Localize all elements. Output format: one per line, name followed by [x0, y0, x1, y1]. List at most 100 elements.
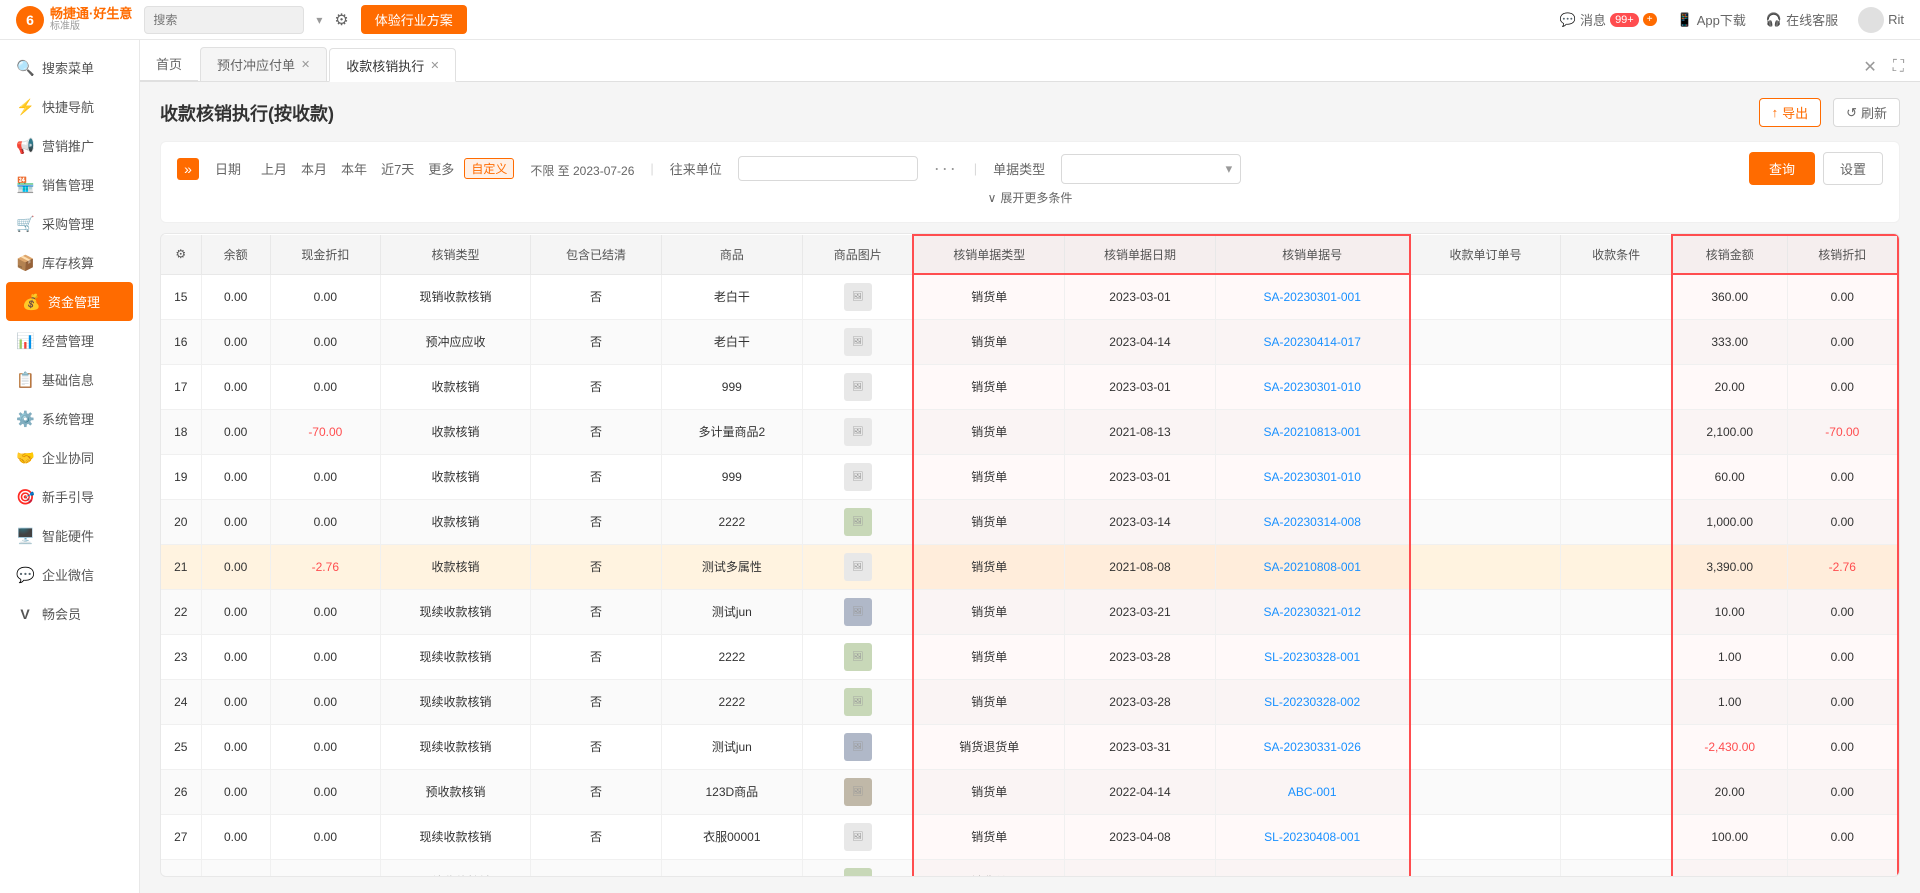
td-verify-discount: 0.00	[1787, 859, 1898, 877]
corp-icon: 🤝	[16, 449, 34, 467]
td-goods-img: 🖼	[803, 319, 914, 364]
user-info[interactable]: Rit	[1858, 7, 1904, 33]
td-cash-discount: 0.00	[270, 769, 380, 814]
counterpart-more-icon[interactable]: ···	[934, 158, 958, 179]
table-wrapper[interactable]: ⚙ 余额 现金折扣 核销类型 包含已结清 商品 商品图片 核销单据类型 核销单据…	[160, 233, 1900, 877]
td-id: 18	[161, 409, 201, 454]
expand-conditions-btn[interactable]: ∨ 展开更多条件	[988, 189, 1073, 206]
verify-no-link[interactable]: SL-20230328-002	[1264, 695, 1360, 709]
th-settings[interactable]: ⚙	[161, 235, 201, 274]
query-btn[interactable]: 查询	[1749, 152, 1815, 185]
filter-expand-btn[interactable]: »	[177, 158, 199, 180]
td-verify-no[interactable]: SA-20230331-026	[1215, 724, 1409, 769]
date-opt-lastmonth[interactable]: 上月	[257, 157, 291, 180]
date-opt-thismonth[interactable]: 本月	[297, 157, 331, 180]
td-verify-no[interactable]: SA-20210808-001	[1215, 544, 1409, 589]
date-opt-thisyear[interactable]: 本年	[337, 157, 371, 180]
app-download-btn[interactable]: 📱 App下载	[1677, 10, 1746, 29]
td-goods: 999	[661, 454, 803, 499]
verify-no-link[interactable]: SL-20230408-001	[1264, 830, 1360, 844]
gear-icon[interactable]: ⚙	[334, 10, 348, 30]
td-id: 23	[161, 634, 201, 679]
sidebar-item-basic[interactable]: 📋 基础信息	[0, 360, 139, 399]
td-verify-no[interactable]: SA-20230321-012	[1215, 589, 1409, 634]
td-receipt-order-no	[1410, 364, 1561, 409]
td-verify-no[interactable]: SA-20230301-001	[1215, 274, 1409, 319]
verify-no-link[interactable]: SA-20210813-001	[1263, 425, 1360, 439]
sidebar-item-search[interactable]: 🔍 搜索菜单	[0, 48, 139, 87]
verify-no-link[interactable]: ABC-001	[1288, 785, 1337, 799]
smarthw-icon: 🖥️	[16, 527, 34, 545]
sidebar-item-vip[interactable]: V 畅会员	[0, 594, 139, 633]
expand-chevron-icon: ∨	[988, 191, 997, 205]
sidebar-item-finance[interactable]: 💰 资金管理	[6, 282, 133, 321]
td-goods-img: 🖼	[803, 409, 914, 454]
td-cash-discount: 0.00	[270, 454, 380, 499]
close-window-icon[interactable]: ✕	[1859, 53, 1880, 81]
verify-no-link[interactable]: SA-20230414-017	[1263, 335, 1360, 349]
sidebar-item-inventory[interactable]: 📦 库存核算	[0, 243, 139, 282]
verify-no-link[interactable]: SA-20230301-010	[1263, 380, 1360, 394]
verify-no-link[interactable]: SA-20210808-001	[1263, 560, 1360, 574]
td-goods: 2222	[661, 859, 803, 877]
filter-settings-btn[interactable]: 设置	[1823, 152, 1883, 185]
verify-no-link[interactable]: SL-20230418-001	[1264, 874, 1360, 877]
tab-receipt-verify[interactable]: 收款核销执行 ✕	[329, 48, 456, 82]
maximize-icon[interactable]: ⛶	[1889, 54, 1908, 80]
verify-no-link[interactable]: SA-20230301-010	[1263, 470, 1360, 484]
counterpart-input[interactable]	[738, 156, 918, 181]
td-receipt-condition	[1561, 589, 1672, 634]
date-opt-7days[interactable]: 近7天	[377, 157, 418, 180]
td-verify-type: 现续收款核销	[380, 724, 531, 769]
date-opt-more[interactable]: 更多	[424, 157, 458, 180]
td-receipt-condition	[1561, 769, 1672, 814]
td-verify-date: 2023-04-18	[1065, 859, 1216, 877]
tab-home[interactable]: 首页	[140, 47, 198, 81]
td-verify-no[interactable]: SA-20230301-010	[1215, 364, 1409, 409]
sidebar-item-marketing[interactable]: 📢 营销推广	[0, 126, 139, 165]
th-verify-date: 核销单据日期	[1065, 235, 1216, 274]
sidebar-item-sales[interactable]: 🏪 销售管理	[0, 165, 139, 204]
td-verify-no[interactable]: SL-20230328-002	[1215, 679, 1409, 724]
verify-no-link[interactable]: SL-20230328-001	[1264, 650, 1360, 664]
sidebar-item-sys[interactable]: ⚙️ 系统管理	[0, 399, 139, 438]
td-verify-no[interactable]: SA-20230301-010	[1215, 454, 1409, 499]
verify-no-link[interactable]: SA-20230321-012	[1263, 605, 1360, 619]
td-receipt-condition	[1561, 274, 1672, 319]
sidebar-item-biz[interactable]: 📊 经营管理	[0, 321, 139, 360]
verify-no-link[interactable]: SA-20230314-008	[1263, 515, 1360, 529]
message-btn[interactable]: 💬 消息 99+ +	[1560, 10, 1657, 29]
td-verify-no[interactable]: SL-20230418-001	[1215, 859, 1409, 877]
tab-prepay-close-icon[interactable]: ✕	[301, 58, 310, 71]
tab-prepay[interactable]: 预付冲应付单 ✕	[200, 47, 327, 81]
td-verify-no[interactable]: SL-20230408-001	[1215, 814, 1409, 859]
td-verify-no[interactable]: SA-20230314-008	[1215, 499, 1409, 544]
date-opt-custom[interactable]: 自定义	[464, 158, 514, 179]
td-verify-no[interactable]: SL-20230328-001	[1215, 634, 1409, 679]
sidebar-item-wechat[interactable]: 💬 企业微信	[0, 555, 139, 594]
online-service-btn[interactable]: 🎧 在线客服	[1766, 10, 1838, 29]
export-btn[interactable]: ↑ 导出	[1759, 98, 1822, 127]
td-receipt-order-no	[1410, 679, 1561, 724]
sidebar-item-newbie[interactable]: 🎯 新手引导	[0, 477, 139, 516]
industry-btn[interactable]: 体验行业方案	[361, 5, 467, 34]
verify-no-link[interactable]: SA-20230331-026	[1263, 740, 1360, 754]
th-receipt-order-no: 收款单订单号	[1410, 235, 1561, 274]
refresh-btn[interactable]: ↺ 刷新	[1833, 98, 1900, 127]
td-verify-no[interactable]: SA-20230414-017	[1215, 319, 1409, 364]
sidebar-item-quicknav[interactable]: ⚡ 快捷导航	[0, 87, 139, 126]
search-input[interactable]	[144, 6, 304, 34]
td-cash-discount: 0.00	[270, 319, 380, 364]
verify-no-link[interactable]: SA-20230301-001	[1263, 290, 1360, 304]
tab-receipt-verify-close-icon[interactable]: ✕	[430, 59, 439, 72]
td-verify-no[interactable]: SA-20210813-001	[1215, 409, 1409, 454]
th-verify-type: 核销类型	[380, 235, 531, 274]
td-verify-no[interactable]: ABC-001	[1215, 769, 1409, 814]
sidebar-item-corp[interactable]: 🤝 企业协同	[0, 438, 139, 477]
date-range-display: 不限 至 2023-07-26	[530, 159, 634, 179]
sidebar-item-smarthw[interactable]: 🖥️ 智能硬件	[0, 516, 139, 555]
sidebar-label-quicknav: 快捷导航	[42, 97, 94, 116]
sidebar-item-purchase[interactable]: 🛒 采购管理	[0, 204, 139, 243]
td-id: 16	[161, 319, 201, 364]
sidebar-label-biz: 经营管理	[42, 331, 94, 350]
